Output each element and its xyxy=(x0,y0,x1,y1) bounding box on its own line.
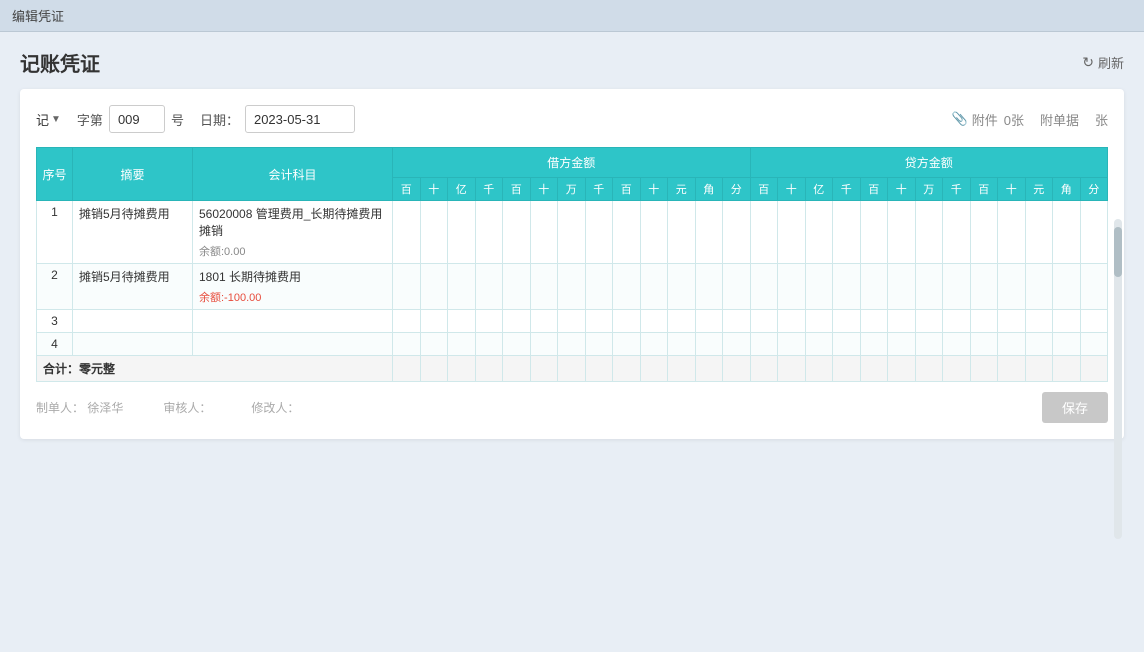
attachment-count: 0张 xyxy=(1004,110,1024,129)
sh-bai2: 百 xyxy=(503,178,531,201)
scrollbar[interactable] xyxy=(1114,219,1122,539)
row1-account[interactable]: 56020008 管理费用_长期待摊费用摊销 余额:0.00 xyxy=(193,201,393,264)
sh-bai1: 百 xyxy=(393,178,421,201)
row2-seq: 2 xyxy=(37,264,73,310)
voucher-type-text: 记 xyxy=(36,110,49,129)
table-row: 3 xyxy=(37,310,1108,333)
table-wrapper: 序号 摘要 会计科目 借方金额 贷方金额 百 十 亿 千 百 十 万 xyxy=(36,147,1108,382)
table-row: 4 xyxy=(37,333,1108,356)
sh-jiao2: 角 xyxy=(1053,178,1081,201)
sh-qian1: 千 xyxy=(475,178,503,201)
table-row: 2 摊销5月待摊费用 1801 长期待摊费用 余额:-100.00 xyxy=(37,264,1108,310)
row3-summary[interactable] xyxy=(73,310,193,333)
date-group: 日期： xyxy=(200,105,355,133)
total-label: 合计：零元整 xyxy=(37,356,393,382)
row2-summary[interactable]: 摊销5月待摊费用 xyxy=(73,264,193,310)
sh-qian2: 千 xyxy=(585,178,613,201)
row3-seq: 3 xyxy=(37,310,73,333)
sh-yuan1: 元 xyxy=(668,178,696,201)
row1-summary[interactable]: 摊销5月待摊费用 xyxy=(73,201,193,264)
sh-shi1: 十 xyxy=(420,178,448,201)
row4-summary[interactable] xyxy=(73,333,193,356)
form-row: 记 ▼ 字第 号 日期： 📎 附件 0张 附单据 张 xyxy=(36,105,1108,133)
col-header-account: 会计科目 xyxy=(193,148,393,201)
sh-yi2: 亿 xyxy=(805,178,833,201)
sh-shi3: 十 xyxy=(640,178,668,201)
date-input[interactable] xyxy=(245,105,355,133)
row1-balance: 余额:0.00 xyxy=(199,243,386,259)
row1-seq: 1 xyxy=(37,201,73,264)
sh-fen1: 分 xyxy=(723,178,751,201)
row2-account[interactable]: 1801 长期待摊费用 余额:-100.00 xyxy=(193,264,393,310)
sh-wan2: 万 xyxy=(915,178,943,201)
row2-balance: 余额:-100.00 xyxy=(199,289,386,305)
zhang-label: 张 xyxy=(1095,110,1108,129)
footer-row: 制单人： 徐泽华 审核人： 修改人： 保存 xyxy=(36,382,1108,423)
page-title: 记账凭证 xyxy=(20,48,100,77)
sh-fen2: 分 xyxy=(1080,178,1108,201)
table-row: 1 摊销5月待摊费用 56020008 管理费用_长期待摊费用摊销 余额:0.0… xyxy=(37,201,1108,264)
auditor-label: 审核人： xyxy=(163,399,211,416)
sh-jiao1: 角 xyxy=(695,178,723,201)
refresh-icon: ↻ xyxy=(1082,54,1094,71)
row3-account[interactable] xyxy=(193,310,393,333)
attach-doc-label: 附单据 xyxy=(1040,110,1079,129)
attachment-link[interactable]: 📎 附件 0张 xyxy=(952,110,1024,129)
title-bar-label: 编辑凭证 xyxy=(12,9,64,24)
voucher-type-group: 记 ▼ xyxy=(36,110,61,129)
col-header-summary: 摘要 xyxy=(73,148,193,201)
voucher-table: 序号 摘要 会计科目 借方金额 贷方金额 百 十 亿 千 百 十 万 xyxy=(36,147,1108,382)
zi-label: 字第 xyxy=(77,110,103,129)
attachment-label: 附件 xyxy=(972,110,998,129)
row2-account-text: 1801 长期待摊费用 xyxy=(199,268,386,285)
col-header-credit: 贷方金额 xyxy=(750,148,1108,178)
date-label: 日期： xyxy=(200,110,239,129)
sh-shi4: 十 xyxy=(778,178,806,201)
col-header-debit: 借方金额 xyxy=(393,148,751,178)
total-row: 合计：零元整 xyxy=(37,356,1108,382)
sh-yuan2: 元 xyxy=(1025,178,1053,201)
refresh-button[interactable]: ↻ 刷新 xyxy=(1082,53,1124,72)
refresh-label: 刷新 xyxy=(1098,53,1124,72)
attachment-icon: 📎 xyxy=(952,111,968,127)
scrollbar-thumb[interactable] xyxy=(1114,227,1122,277)
creator-label: 制单人： 徐泽华 xyxy=(36,399,123,416)
row4-account[interactable] xyxy=(193,333,393,356)
hao-label: 号 xyxy=(171,110,184,129)
sh-bai4: 百 xyxy=(750,178,778,201)
sh-shi6: 十 xyxy=(998,178,1026,201)
save-button[interactable]: 保存 xyxy=(1042,392,1108,423)
zi-group: 字第 号 xyxy=(77,105,184,133)
sh-bai3: 百 xyxy=(613,178,641,201)
sh-qian3: 千 xyxy=(833,178,861,201)
sh-qian4: 千 xyxy=(943,178,971,201)
attachment-area: 📎 附件 0张 附单据 张 xyxy=(952,110,1108,129)
sh-wan1: 万 xyxy=(558,178,586,201)
sh-shi5: 十 xyxy=(888,178,916,201)
voucher-card: 记 ▼ 字第 号 日期： 📎 附件 0张 附单据 张 xyxy=(20,89,1124,439)
col-header-seq: 序号 xyxy=(37,148,73,201)
title-bar: 编辑凭证 xyxy=(0,0,1144,32)
row4-seq: 4 xyxy=(37,333,73,356)
voucher-type-dropdown-icon[interactable]: ▼ xyxy=(51,114,61,125)
sh-bai6: 百 xyxy=(970,178,998,201)
sh-yi1: 亿 xyxy=(448,178,476,201)
voucher-number-input[interactable] xyxy=(109,105,165,133)
row1-account-text: 56020008 管理费用_长期待摊费用摊销 xyxy=(199,205,386,239)
sh-bai5: 百 xyxy=(860,178,888,201)
modifier-label: 修改人： xyxy=(251,399,299,416)
sh-shi2: 十 xyxy=(530,178,558,201)
